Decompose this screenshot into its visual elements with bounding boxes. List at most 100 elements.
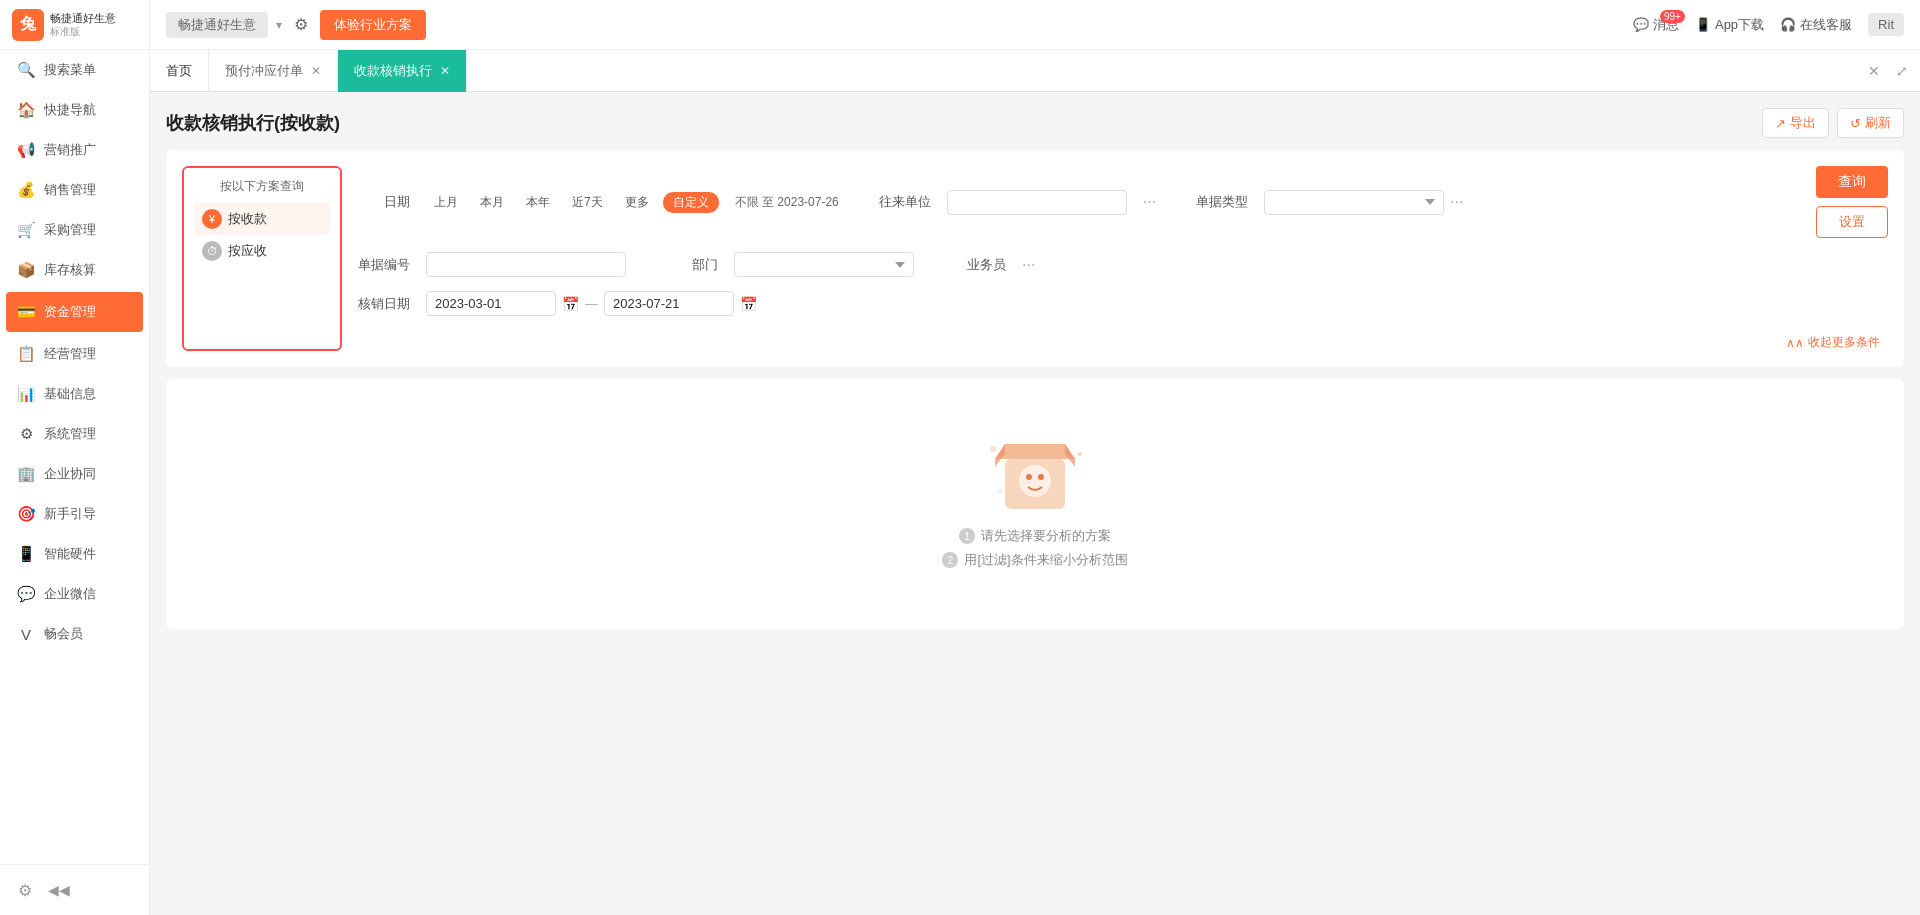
- sidebar-item-12[interactable]: 📱智能硬件: [0, 534, 149, 574]
- filter-by-receipt[interactable]: ¥ 按收款: [194, 203, 330, 235]
- sidebar-item-5[interactable]: 📦库存核算: [0, 250, 149, 290]
- sidebar-item-3[interactable]: 💰销售管理: [0, 170, 149, 210]
- svg-point-4: [1019, 465, 1051, 497]
- tab-label-1: 预付冲应付单: [225, 62, 303, 80]
- sidebar-nav: 🔍搜索菜单🏠快捷导航 📢 营销推广 💰销售管理🛒采购管理📦库存核算💳资金管理 📋 经营管理…: [0, 50, 149, 864]
- staff-label: 业务员: [950, 256, 1006, 274]
- bill-no-input[interactable]: [426, 252, 626, 277]
- tip-num-1: 1: [959, 528, 975, 544]
- staff-dots-icon[interactable]: ···: [1022, 256, 1035, 274]
- topbar-app-download[interactable]: 📱 App下载: [1695, 16, 1764, 34]
- sidebar-item-0[interactable]: 🔍搜索菜单: [0, 50, 149, 90]
- filter-row-2: 单据编号 部门 业务员 ···: [354, 252, 1888, 277]
- svg-point-8: [1078, 452, 1082, 456]
- sidebar-item-13[interactable]: 💬企业微信: [0, 574, 149, 614]
- main-area: 畅捷通好生意 ▾ ⚙ 体验行业方案 💬 消息 99+ 📱 App下载 🎧 在线客…: [150, 0, 1920, 915]
- last-7days-btn[interactable]: 近7天: [564, 191, 611, 214]
- app-icon: 📱: [1695, 17, 1711, 32]
- sidebar-label-3: 销售管理: [44, 181, 96, 199]
- sidebar-item-4[interactable]: 🛒采购管理: [0, 210, 149, 250]
- page-title: 收款核销执行(按收款): [166, 111, 340, 135]
- tab-label-2: 收款核销执行: [354, 62, 432, 80]
- verify-date-start[interactable]: [426, 291, 556, 316]
- topbar-online-service[interactable]: 🎧 在线客服: [1780, 16, 1852, 34]
- query-button[interactable]: 查询: [1816, 166, 1888, 198]
- empty-tip-2: 2 用[过滤]条件来缩小分析范围: [942, 551, 1127, 569]
- topbar: 畅捷通好生意 ▾ ⚙ 体验行业方案 💬 消息 99+ 📱 App下载 🎧 在线客…: [150, 0, 1920, 50]
- calendar-end-icon[interactable]: 📅: [740, 296, 757, 312]
- collapse-sidebar-icon[interactable]: ◀◀: [44, 875, 74, 905]
- svg-point-9: [998, 489, 1002, 493]
- dept-select[interactable]: [734, 252, 914, 277]
- app-logo-icon: 兔: [12, 9, 44, 41]
- sidebar-item-11[interactable]: 🎯 新手引导: [0, 494, 149, 534]
- sidebar-label-1: 快捷导航: [44, 101, 96, 119]
- message-badge: 99+: [1660, 10, 1685, 23]
- sidebar-label-5: 库存核算: [44, 261, 96, 279]
- partner-dots-icon[interactable]: ···: [1143, 193, 1156, 211]
- verify-date-end[interactable]: [604, 291, 734, 316]
- bill-type-dots-icon[interactable]: ···: [1450, 193, 1463, 211]
- close-tab-icon[interactable]: ✕: [1864, 59, 1884, 83]
- sidebar-icon-2: 📢: [16, 140, 36, 160]
- tabbar-actions: ✕ ⤢: [1864, 59, 1920, 83]
- topbar-message[interactable]: 💬 消息 99+: [1633, 16, 1679, 34]
- filter-scheme-panel: 按以下方案查询 ¥ 按收款 ⏱ 按应收: [182, 166, 342, 351]
- sidebar-label-0: 搜索菜单: [44, 61, 96, 79]
- topbar-user[interactable]: Rit: [1868, 13, 1904, 36]
- settings-icon[interactable]: ⚙: [10, 875, 40, 905]
- verify-date-range: 📅 — 📅: [426, 291, 757, 316]
- last-month-btn[interactable]: 上月: [426, 191, 466, 214]
- refresh-button[interactable]: ↺ 刷新: [1837, 108, 1904, 138]
- calendar-start-icon[interactable]: 📅: [562, 296, 579, 312]
- sidebar: 兔 畅捷通好生意 标准版 🔍搜索菜单🏠快捷导航📢营销推广💰销售管理🛒采购管理📦库…: [0, 0, 150, 915]
- export-icon: ↗: [1775, 116, 1786, 131]
- sidebar-icon-6: 💳: [16, 302, 36, 322]
- this-year-btn[interactable]: 本年: [518, 191, 558, 214]
- expand-tab-icon[interactable]: ⤢: [1892, 59, 1912, 83]
- topbar-gear-icon[interactable]: ⚙: [294, 15, 308, 34]
- collapse-icon: ∧∧: [1786, 336, 1804, 350]
- tab-2[interactable]: 收款核销执行 ✕: [338, 50, 467, 92]
- bill-type-label: 单据类型: [1192, 193, 1248, 211]
- empty-state-panel: 1 请先选择要分析的方案 2 用[过滤]条件来缩小分析范围: [166, 379, 1904, 629]
- topbar-brand[interactable]: 畅捷通好生意: [166, 12, 268, 38]
- partner-input[interactable]: [947, 190, 1127, 215]
- this-month-btn[interactable]: 本月: [472, 191, 512, 214]
- filter-area: 按以下方案查询 ¥ 按收款 ⏱ 按应收 日期 上月 本月: [166, 150, 1904, 367]
- svg-point-7: [990, 446, 996, 452]
- filter-by-receivable[interactable]: ⏱ 按应收: [194, 235, 330, 267]
- receivable-icon: ⏱: [202, 241, 222, 261]
- sidebar-item-1[interactable]: 🏠快捷导航: [0, 90, 149, 130]
- empty-illustration: [975, 419, 1095, 519]
- sidebar-label-14: 畅会员: [44, 625, 83, 643]
- tab-close-2[interactable]: ✕: [440, 64, 450, 78]
- sidebar-item-9[interactable]: ⚙系统管理: [0, 414, 149, 454]
- topbar-dropdown-icon[interactable]: ▾: [276, 18, 282, 32]
- sidebar-label-7: 经营管理: [44, 345, 96, 363]
- sidebar-item-14[interactable]: V畅会员: [0, 614, 149, 654]
- sidebar-item-7[interactable]: 📋 经营管理: [0, 334, 149, 374]
- sidebar-item-6[interactable]: 💳资金管理: [6, 292, 143, 332]
- sidebar-icon-8: 📊: [16, 384, 36, 404]
- bill-type-select[interactable]: [1264, 190, 1444, 215]
- tab-close-1[interactable]: ✕: [311, 64, 321, 78]
- query-actions: 查询 设置: [1816, 166, 1888, 238]
- more-btn[interactable]: 更多: [617, 191, 657, 214]
- tab-0[interactable]: 首页: [150, 50, 209, 92]
- export-button[interactable]: ↗ 导出: [1762, 108, 1829, 138]
- sidebar-item-2[interactable]: 📢 营销推广: [0, 130, 149, 170]
- sidebar-item-10[interactable]: 🏢企业协同: [0, 454, 149, 494]
- sidebar-icon-11: 🎯: [16, 504, 36, 524]
- sidebar-label-11: 新手引导: [44, 505, 96, 523]
- custom-date-btn[interactable]: 自定义: [663, 192, 719, 213]
- sidebar-item-8[interactable]: 📊基础信息: [0, 374, 149, 414]
- page-content: 收款核销执行(按收款) ↗ 导出 ↺ 刷新 按以下方案查询 ¥ 按收款: [150, 92, 1920, 915]
- collapse-more-btn[interactable]: ∧∧ 收起更多条件: [1786, 334, 1880, 351]
- svg-marker-3: [1065, 444, 1075, 467]
- sidebar-icon-7: 📋: [16, 344, 36, 364]
- setting-button[interactable]: 设置: [1816, 206, 1888, 238]
- topbar-solution-btn[interactable]: 体验行业方案: [320, 10, 426, 40]
- sidebar-label-2: 营销推广: [44, 141, 96, 159]
- tab-1[interactable]: 预付冲应付单 ✕: [209, 50, 338, 92]
